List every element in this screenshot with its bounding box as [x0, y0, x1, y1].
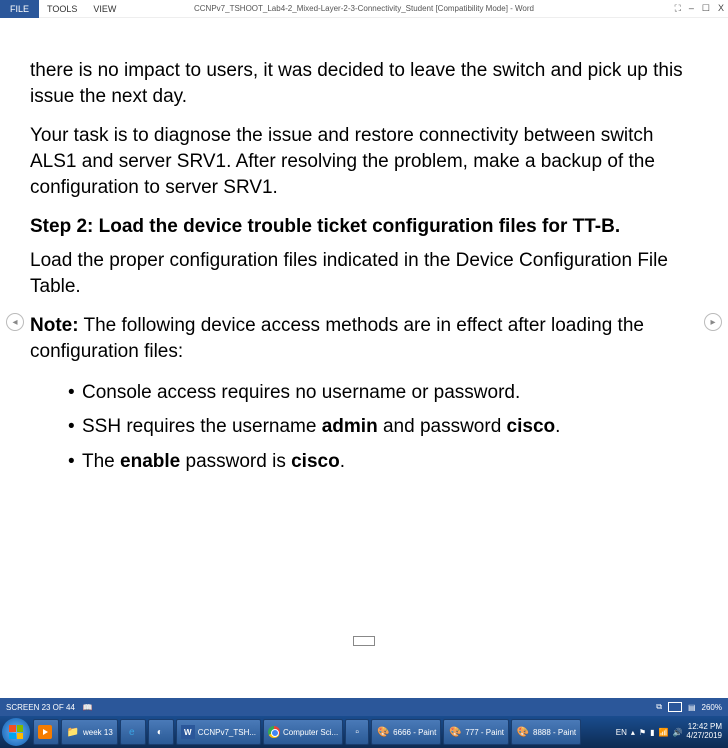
list-item: Console access requires no username or p… [68, 379, 698, 408]
screen-count: SCREEN 23 OF 44 [6, 703, 75, 712]
window-controls: ⛶ – ☐ X [675, 3, 724, 14]
note-paragraph: Note: The following device access method… [30, 313, 698, 364]
note-label: Note: [30, 315, 79, 336]
task-item-paint-1[interactable]: 🎨 6666 - Paint [371, 719, 441, 745]
task-item-word[interactable]: W CCNPv7_TSH... [176, 719, 261, 745]
battery-icon[interactable]: ▮ [650, 728, 654, 737]
zoom-level[interactable]: 260% [702, 703, 722, 712]
text: password is [180, 451, 291, 472]
ie-icon: e [125, 725, 139, 739]
start-button[interactable] [2, 718, 30, 746]
task-item-paint-2[interactable]: 🎨 777 - Paint [443, 719, 509, 745]
text: . [340, 451, 345, 472]
print-layout-icon[interactable] [668, 702, 682, 712]
clock[interactable]: 12:42 PM 4/27/2019 [686, 723, 722, 741]
paragraph: Load the proper configuration files indi… [30, 248, 698, 299]
app-icon: ▫ [350, 725, 364, 739]
chrome-icon [268, 726, 280, 738]
task-item-chrome[interactable]: Computer Sci... [263, 719, 343, 745]
document-area: ◂ ▸ there is no impact to users, it was … [0, 18, 728, 688]
title-bar: FILE TOOLS VIEW CCNPv7_TSHOOT_Lab4-2_Mix… [0, 0, 728, 18]
task-item-explorer[interactable]: 📁 week 13 [61, 719, 118, 745]
task-label: CCNPv7_TSH... [198, 728, 256, 737]
tray-up-icon[interactable]: ▴ [631, 728, 635, 737]
media-player-icon [38, 725, 52, 739]
task-item-ie[interactable]: e [120, 719, 146, 745]
flag-icon[interactable]: ⚑ [639, 728, 646, 737]
minimize-button[interactable]: – [689, 3, 694, 14]
fullscreen-icon[interactable]: ⛶ [675, 3, 681, 14]
folder-icon: 📁 [66, 725, 80, 739]
task-label: 6666 - Paint [393, 728, 436, 737]
bold-text: enable [120, 451, 180, 472]
task-label: week 13 [83, 728, 113, 737]
task-item-unknown[interactable]: ▫ [345, 719, 369, 745]
paragraph: Your task is to diagnose the issue and r… [30, 123, 698, 200]
list-item: SSH requires the username admin and pass… [68, 413, 698, 442]
bold-text: admin [322, 416, 378, 437]
system-tray: EN ▴ ⚑ ▮ 📶 🔊 12:42 PM 4/27/2019 [616, 723, 726, 741]
paint-icon: 🎨 [516, 725, 530, 739]
bold-text: cisco [291, 451, 340, 472]
task-label: 8888 - Paint [533, 728, 576, 737]
language-indicator[interactable]: EN [616, 728, 627, 737]
task-item-app[interactable]: ◐ [148, 719, 174, 745]
date: 4/27/2019 [686, 732, 722, 741]
paint-icon: 🎨 [376, 725, 390, 739]
word-icon: W [181, 725, 195, 739]
task-item-media[interactable] [33, 719, 59, 745]
text: The [82, 451, 120, 472]
ribbon-tab-view[interactable]: VIEW [85, 0, 124, 18]
web-layout-icon[interactable]: ▤ [688, 703, 696, 712]
network-icon[interactable]: 📶 [658, 728, 668, 737]
maximize-button[interactable]: ☐ [702, 3, 710, 14]
page-break-indicator [353, 636, 375, 646]
paragraph: there is no impact to users, it was deci… [30, 58, 698, 109]
ribbon-tabs: FILE TOOLS VIEW [0, 0, 124, 18]
note-text: The following device access methods are … [30, 315, 644, 362]
reading-view-icon[interactable]: ⧉ [656, 702, 662, 712]
nav-next-button[interactable]: ▸ [704, 313, 722, 331]
document-title: CCNPv7_TSHOOT_Lab4-2_Mixed-Layer-2-3-Con… [194, 4, 534, 13]
bullet-list: Console access requires no username or p… [68, 379, 698, 477]
ribbon-tab-file[interactable]: FILE [0, 0, 39, 18]
text: and password [378, 416, 507, 437]
volume-icon[interactable]: 🔊 [672, 728, 682, 737]
windows-logo-icon [9, 725, 23, 739]
bold-text: cisco [507, 416, 556, 437]
close-button[interactable]: X [718, 3, 724, 14]
dictionary-icon[interactable]: 📖 [83, 703, 93, 712]
nav-prev-button[interactable]: ◂ [6, 313, 24, 331]
app-icon: ◐ [153, 725, 167, 739]
text: SSH requires the username [82, 416, 322, 437]
paint-icon: 🎨 [448, 725, 462, 739]
task-label: Computer Sci... [283, 728, 338, 737]
task-label: 777 - Paint [465, 728, 504, 737]
document-content: there is no impact to users, it was deci… [30, 58, 698, 476]
task-item-paint-3[interactable]: 🎨 8888 - Paint [511, 719, 581, 745]
ribbon-tab-tools[interactable]: TOOLS [39, 0, 85, 18]
text: . [555, 416, 560, 437]
step-heading: Step 2: Load the device trouble ticket c… [30, 216, 698, 238]
taskbar: 📁 week 13 e ◐ W CCNPv7_TSH... Computer S… [0, 716, 728, 748]
list-item: The enable password is cisco. [68, 448, 698, 477]
status-bar: SCREEN 23 OF 44 📖 ⧉ ▤ 260% [0, 698, 728, 716]
